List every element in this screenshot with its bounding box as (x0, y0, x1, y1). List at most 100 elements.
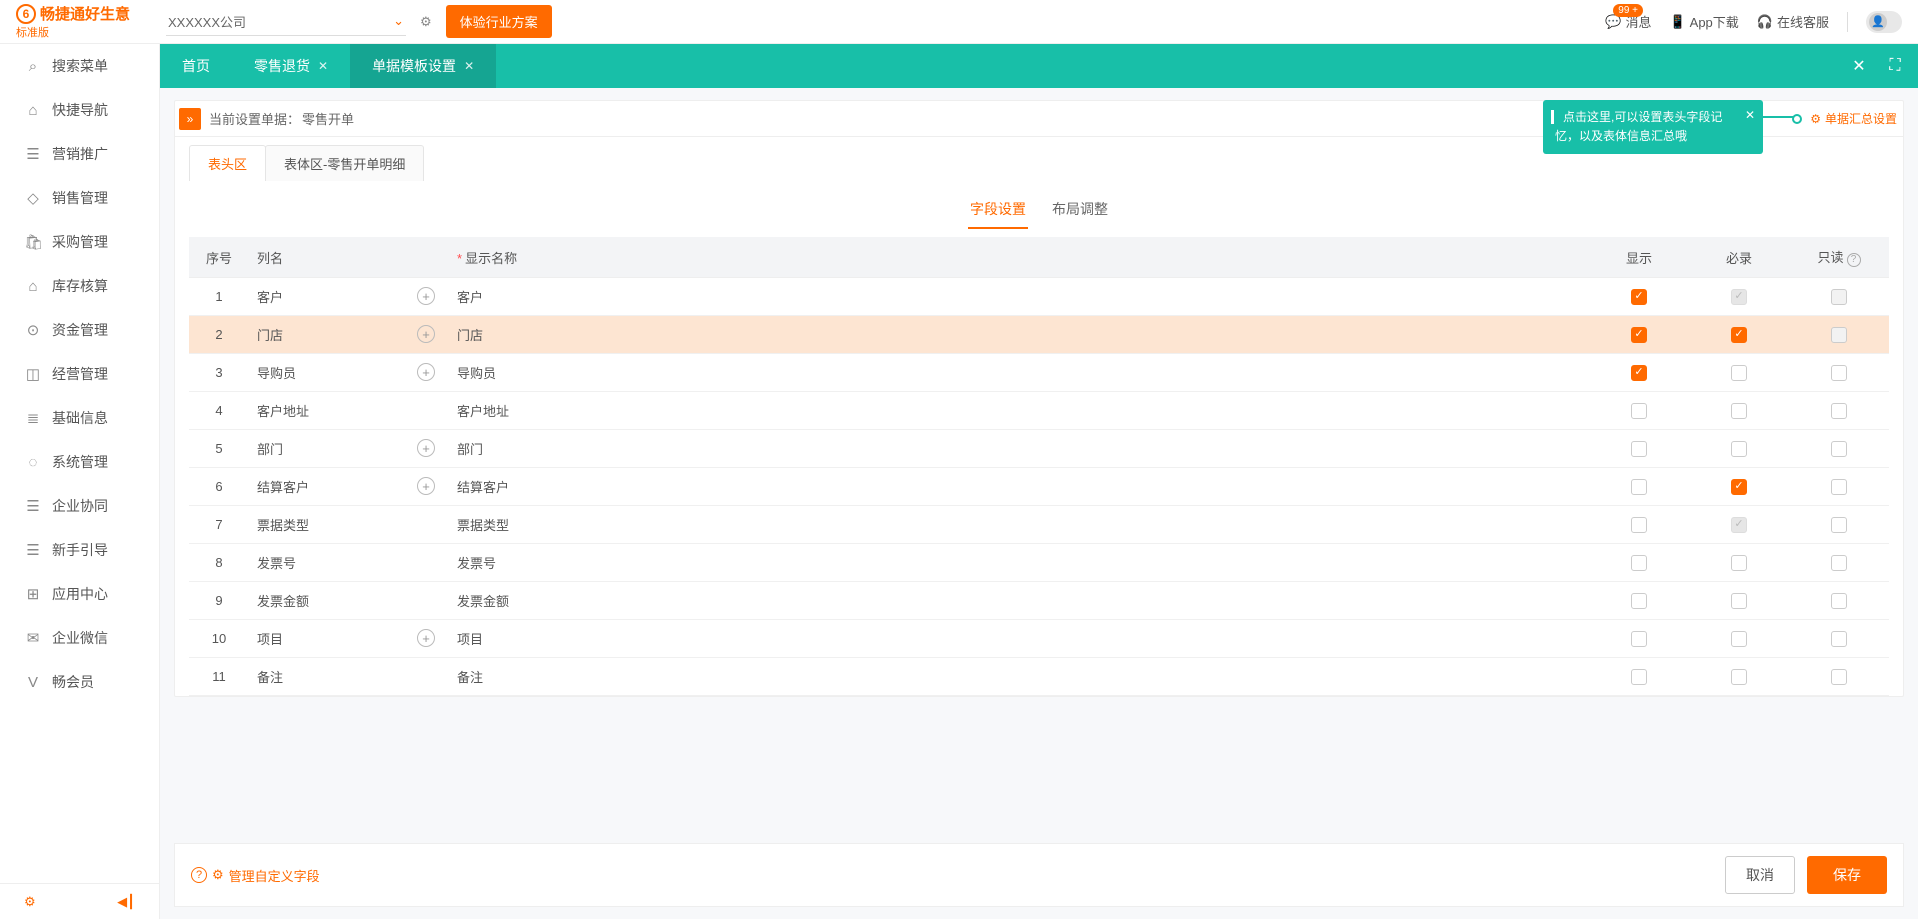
sub-nav-0[interactable]: 字段设置 (968, 195, 1028, 229)
manage-custom-fields-link[interactable]: ? ⚙ 管理自定义字段 (191, 866, 320, 885)
sidebar-item-3[interactable]: ◇销售管理 (0, 176, 159, 220)
checkbox[interactable] (1831, 441, 1847, 457)
checkbox[interactable] (1831, 555, 1847, 571)
cell-dispname[interactable]: 客户 (449, 278, 1589, 316)
cell-req (1689, 544, 1789, 582)
summary-settings-link[interactable]: ⚙ 单据汇总设置 (1792, 110, 1897, 127)
section-tab-1[interactable]: 表体区-零售开单明细 (265, 145, 424, 181)
app-download-button[interactable]: 📱 App下载 (1669, 12, 1738, 31)
cell-dispname[interactable]: 发票金额 (449, 582, 1589, 620)
checkbox[interactable] (1731, 555, 1747, 571)
sidebar-item-0[interactable]: ⌕搜索菜单 (0, 44, 159, 88)
sidebar-item-5[interactable]: ⌂库存核算 (0, 264, 159, 308)
cell-ro (1789, 658, 1889, 696)
cell-dispname[interactable]: 项目 (449, 620, 1589, 658)
support-button[interactable]: 🎧 在线客服 (1757, 12, 1829, 31)
checkbox[interactable] (1631, 441, 1647, 457)
collapse-sidebar-icon[interactable]: ◀┃ (117, 894, 135, 910)
user-avatar[interactable]: 👤 (1866, 11, 1902, 33)
message-badge: 99 + (1613, 4, 1643, 17)
checkbox[interactable] (1631, 365, 1647, 381)
sidebar-item-14[interactable]: V畅会员 (0, 660, 159, 704)
sidebar-item-9[interactable]: ◌系统管理 (0, 440, 159, 484)
checkbox[interactable] (1831, 479, 1847, 495)
checkbox[interactable] (1731, 669, 1747, 685)
add-field-icon[interactable]: + (417, 363, 435, 381)
nav-icon: ⌂ (24, 278, 42, 295)
checkbox[interactable] (1831, 517, 1847, 533)
checkbox[interactable] (1731, 365, 1747, 381)
cell-dispname[interactable]: 导购员 (449, 354, 1589, 392)
cell-dispname[interactable]: 备注 (449, 658, 1589, 696)
cell-show (1589, 430, 1689, 468)
add-field-icon[interactable]: + (417, 439, 435, 457)
cell-dispname[interactable]: 发票号 (449, 544, 1589, 582)
checkbox[interactable] (1731, 631, 1747, 647)
checkbox[interactable] (1631, 517, 1647, 533)
checkbox[interactable] (1831, 365, 1847, 381)
fullscreen-icon[interactable]: ⛶ (1878, 44, 1912, 88)
sidebar-item-11[interactable]: ☰新手引导 (0, 528, 159, 572)
checkbox[interactable] (1731, 327, 1747, 343)
checkbox[interactable] (1731, 441, 1747, 457)
checkbox[interactable] (1631, 593, 1647, 609)
sidebar-item-6[interactable]: ⊙资金管理 (0, 308, 159, 352)
sidebar-item-12[interactable]: ⊞应用中心 (0, 572, 159, 616)
sidebar-item-4[interactable]: 🛍采购管理 (0, 220, 159, 264)
sidebar-item-1[interactable]: ⌂快捷导航 (0, 88, 159, 132)
save-button[interactable]: 保存 (1807, 856, 1887, 894)
section-tab-0[interactable]: 表头区 (189, 145, 266, 181)
checkbox[interactable] (1631, 479, 1647, 495)
tab-close-icon[interactable]: ✕ (464, 59, 474, 73)
messages-button[interactable]: 99 + 💬 消息 (1605, 12, 1651, 31)
cell-ro (1789, 468, 1889, 506)
checkbox[interactable] (1831, 631, 1847, 647)
hint-close-icon[interactable]: ✕ (1745, 106, 1755, 125)
cell-colname: 导购员+ (249, 354, 449, 392)
collapse-panel-button[interactable]: » (179, 108, 201, 130)
cell-seq: 11 (189, 658, 249, 696)
cell-dispname[interactable]: 客户地址 (449, 392, 1589, 430)
checkbox[interactable] (1731, 593, 1747, 609)
cell-dispname[interactable]: 票据类型 (449, 506, 1589, 544)
cta-button[interactable]: 体验行业方案 (446, 5, 552, 38)
sub-nav-1[interactable]: 布局调整 (1050, 195, 1110, 229)
cell-dispname[interactable]: 部门 (449, 430, 1589, 468)
brand-edition: 标准版 (16, 24, 49, 40)
sidebar-item-13[interactable]: ✉企业微信 (0, 616, 159, 660)
cell-dispname[interactable]: 结算客户 (449, 468, 1589, 506)
checkbox[interactable] (1631, 289, 1647, 305)
add-field-icon[interactable]: + (417, 325, 435, 343)
sidebar-item-8[interactable]: ≣基础信息 (0, 396, 159, 440)
add-field-icon[interactable]: + (417, 287, 435, 305)
checkbox[interactable] (1631, 631, 1647, 647)
sidebar-item-10[interactable]: ☰企业协同 (0, 484, 159, 528)
cell-show (1589, 392, 1689, 430)
add-field-icon[interactable]: + (417, 629, 435, 647)
main-tab-0[interactable]: 首页 (160, 44, 232, 88)
main-tab-2[interactable]: 单据模板设置✕ (350, 44, 496, 88)
sidebar-item-7[interactable]: ◫经营管理 (0, 352, 159, 396)
close-all-tabs-icon[interactable]: ✕ (1842, 44, 1876, 88)
checkbox[interactable] (1631, 669, 1647, 685)
settings-icon[interactable]: ⚙ (24, 894, 36, 910)
company-select[interactable]: XXXXXX公司 ⌄ (166, 8, 406, 36)
checkbox[interactable] (1831, 403, 1847, 419)
checkbox[interactable] (1631, 555, 1647, 571)
gear-icon[interactable]: ⚙ (420, 14, 432, 30)
sidebar-item-2[interactable]: ☰营销推广 (0, 132, 159, 176)
cancel-button[interactable]: 取消 (1725, 856, 1795, 894)
tab-close-icon[interactable]: ✕ (318, 59, 328, 73)
col-disp-header: *显示名称 (449, 237, 1589, 278)
checkbox[interactable] (1731, 403, 1747, 419)
ring-dot-icon (1792, 114, 1802, 124)
checkbox[interactable] (1731, 479, 1747, 495)
checkbox[interactable] (1831, 669, 1847, 685)
main-tab-1[interactable]: 零售退货✕ (232, 44, 350, 88)
checkbox[interactable] (1631, 327, 1647, 343)
cell-req (1689, 354, 1789, 392)
cell-dispname[interactable]: 门店 (449, 316, 1589, 354)
add-field-icon[interactable]: + (417, 477, 435, 495)
checkbox[interactable] (1831, 593, 1847, 609)
checkbox[interactable] (1631, 403, 1647, 419)
